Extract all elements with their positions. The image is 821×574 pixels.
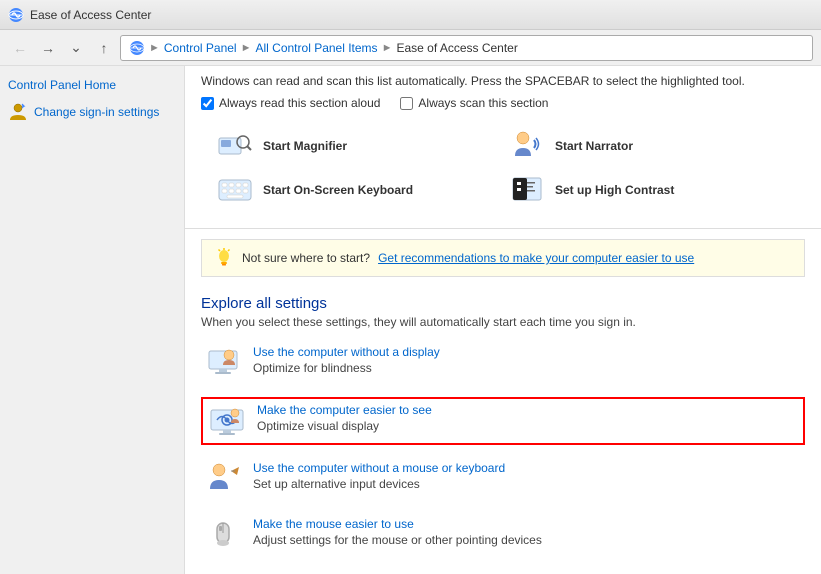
- address-current: Ease of Access Center: [396, 41, 517, 55]
- tool-narrator-label: Start Narrator: [555, 139, 633, 153]
- explore-desc: When you select these settings, they wil…: [201, 315, 805, 329]
- address-separator-1: ►: [149, 42, 160, 54]
- setting-easier-to-see-desc: Optimize visual display: [257, 419, 379, 433]
- setting-easier-to-see-text: Make the computer easier to see Optimize…: [257, 403, 432, 433]
- not-sure-text: Not sure where to start?: [242, 251, 370, 265]
- title-bar-icon: [8, 7, 24, 23]
- main-layout: Control Panel Home Change sign-in settin…: [0, 66, 821, 574]
- setting-no-display-text: Use the computer without a display Optim…: [253, 345, 440, 375]
- tool-magnifier-label: Start Magnifier: [263, 139, 347, 153]
- checkbox-always-read[interactable]: Always read this section aloud: [201, 96, 380, 110]
- tool-keyboard[interactable]: Start On-Screen Keyboard: [217, 172, 497, 208]
- checkbox-always-scan-label: Always scan this section: [418, 96, 548, 110]
- tool-contrast[interactable]: Set up High Contrast: [509, 172, 789, 208]
- title-bar: Ease of Access Center: [0, 0, 821, 30]
- quick-tools-grid: Start Magnifier Start Narrator: [201, 120, 805, 216]
- not-sure-section: Not sure where to start? Get recommendat…: [201, 239, 805, 277]
- keyboard-icon: [217, 172, 253, 208]
- setting-no-display-link[interactable]: Use the computer without a display: [253, 345, 440, 359]
- mouse-easier-icon: [205, 517, 241, 553]
- contrast-icon: [509, 172, 545, 208]
- tool-narrator[interactable]: Start Narrator: [509, 128, 789, 164]
- sidebar-link-control-panel[interactable]: Control Panel Home: [8, 78, 176, 92]
- setting-mouse-easier-link[interactable]: Make the mouse easier to use: [253, 517, 542, 531]
- setting-keyboard-easier: Make the keyboard easier to use Adjust s…: [201, 569, 805, 574]
- sidebar: Control Panel Home Change sign-in settin…: [0, 66, 185, 574]
- address-separator-3: ►: [382, 42, 393, 54]
- magnifier-icon: [217, 128, 253, 164]
- setting-no-display-desc: Optimize for blindness: [253, 361, 372, 375]
- address-bar[interactable]: ► Control Panel ► All Control Panel Item…: [120, 35, 813, 61]
- forward-button[interactable]: →: [36, 36, 60, 60]
- address-separator-2: ►: [241, 42, 252, 54]
- tool-contrast-label: Set up High Contrast: [555, 183, 674, 197]
- auto-read-text: Windows can read and scan this list auto…: [201, 74, 805, 88]
- nav-bar: ← → ⌄ ↑ ► Control Panel ► All Control Pa…: [0, 30, 821, 66]
- change-signin-icon: [8, 102, 28, 122]
- bulb-icon: [214, 248, 234, 268]
- address-icon: [129, 40, 145, 56]
- recent-pages-button[interactable]: ⌄: [64, 36, 88, 60]
- setting-easier-to-see: Make the computer easier to see Optimize…: [201, 397, 805, 445]
- explore-section: Explore all settings When you select the…: [185, 287, 821, 574]
- checkbox-always-read-input[interactable]: [201, 97, 214, 110]
- no-display-icon: [205, 345, 241, 381]
- explore-title: Explore all settings: [201, 295, 805, 312]
- setting-mouse-easier-desc: Adjust settings for the mouse or other p…: [253, 533, 542, 547]
- not-sure-link[interactable]: Get recommendations to make your compute…: [378, 251, 694, 265]
- no-mouse-icon: [205, 461, 241, 497]
- checkbox-always-scan-input[interactable]: [400, 97, 413, 110]
- checkbox-row: Always read this section aloud Always sc…: [201, 96, 805, 110]
- setting-no-mouse: Use the computer without a mouse or keyb…: [201, 457, 805, 501]
- tool-keyboard-label: Start On-Screen Keyboard: [263, 183, 413, 197]
- setting-mouse-easier: Make the mouse easier to use Adjust sett…: [201, 513, 805, 557]
- setting-easier-to-see-link[interactable]: Make the computer easier to see: [257, 403, 432, 417]
- top-section: Windows can read and scan this list auto…: [185, 66, 821, 229]
- setting-no-mouse-text: Use the computer without a mouse or keyb…: [253, 461, 505, 491]
- content-area: Windows can read and scan this list auto…: [185, 66, 821, 574]
- setting-no-mouse-link[interactable]: Use the computer without a mouse or keyb…: [253, 461, 505, 475]
- setting-mouse-easier-text: Make the mouse easier to use Adjust sett…: [253, 517, 542, 547]
- narrator-icon: [509, 128, 545, 164]
- setting-no-display: Use the computer without a display Optim…: [201, 341, 805, 385]
- address-all-items[interactable]: All Control Panel Items: [256, 41, 378, 55]
- sidebar-link-change-signin[interactable]: Change sign-in settings: [34, 105, 159, 119]
- checkbox-always-read-label: Always read this section aloud: [219, 96, 380, 110]
- title-bar-text: Ease of Access Center: [30, 8, 151, 22]
- up-button[interactable]: ↑: [92, 36, 116, 60]
- tool-magnifier[interactable]: Start Magnifier: [217, 128, 497, 164]
- easier-to-see-icon: [209, 403, 245, 439]
- checkbox-always-scan[interactable]: Always scan this section: [400, 96, 548, 110]
- setting-no-mouse-desc: Set up alternative input devices: [253, 477, 420, 491]
- back-button[interactable]: ←: [8, 36, 32, 60]
- address-control-panel[interactable]: Control Panel: [164, 41, 237, 55]
